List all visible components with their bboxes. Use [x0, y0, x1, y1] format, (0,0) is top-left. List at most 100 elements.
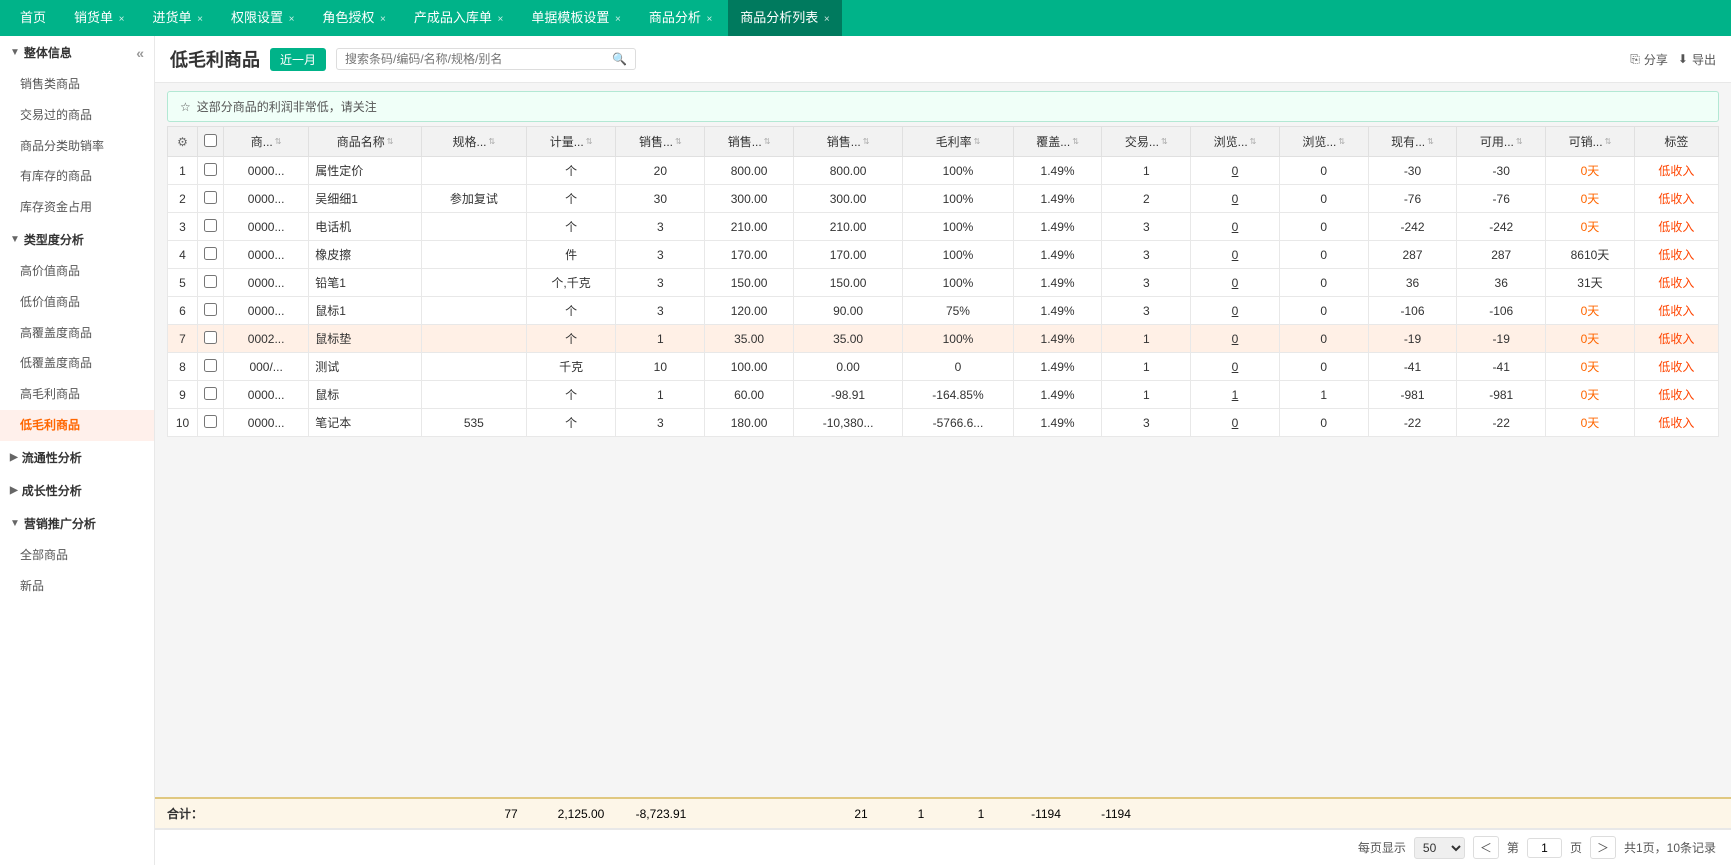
row-checkbox-cell[interactable] — [198, 157, 224, 185]
nav-close-analysis[interactable]: × — [706, 14, 712, 25]
col-sales-qty[interactable]: 销售...⇅ — [616, 127, 705, 157]
nav-analysis-list[interactable]: 商品分析列表 × — [728, 0, 841, 36]
sort-spec[interactable]: ⇅ — [489, 137, 496, 146]
row-checkbox[interactable] — [204, 387, 217, 400]
page-number-input[interactable] — [1527, 838, 1562, 858]
row-checkbox[interactable] — [204, 191, 217, 204]
date-filter-btn[interactable]: 近一月 — [270, 48, 326, 71]
col-code[interactable]: 商...⇅ — [224, 127, 309, 157]
row-browse1[interactable]: 0 — [1191, 269, 1280, 297]
nav-permission[interactable]: 权限设置 × — [219, 0, 306, 36]
row-checkbox[interactable] — [204, 415, 217, 428]
browse1-link[interactable]: 0 — [1232, 276, 1239, 290]
col-browse2[interactable]: 浏览...⇅ — [1279, 127, 1368, 157]
sort-trade[interactable]: ⇅ — [1161, 137, 1168, 146]
nav-close-permission[interactable]: × — [289, 14, 295, 25]
row-browse1[interactable]: 0 — [1191, 409, 1280, 437]
nav-home[interactable]: 首页 — [8, 0, 58, 36]
share-button[interactable]: ⎘ 分享 — [1630, 51, 1668, 68]
row-checkbox-cell[interactable] — [198, 409, 224, 437]
sidebar-item-high-value[interactable]: 高价值商品 — [0, 256, 154, 287]
nav-template[interactable]: 单据模板设置 × — [519, 0, 632, 36]
sidebar-item-low-margin[interactable]: 低毛利商品 — [0, 410, 154, 441]
row-browse1[interactable]: 0 — [1191, 297, 1280, 325]
row-browse1[interactable]: 0 — [1191, 353, 1280, 381]
col-checkbox[interactable] — [198, 127, 224, 157]
nav-close-template[interactable]: × — [615, 14, 621, 25]
nav-purchase[interactable]: 进货单 × — [140, 0, 214, 36]
sort-sales-profit[interactable]: ⇅ — [863, 137, 870, 146]
collapse-overall[interactable]: « — [136, 45, 144, 61]
export-button[interactable]: ⬇ 导出 — [1678, 51, 1716, 68]
row-browse1[interactable]: 0 — [1191, 157, 1280, 185]
search-icon[interactable]: 🔍 — [612, 52, 627, 66]
row-checkbox-cell[interactable] — [198, 185, 224, 213]
sort-name[interactable]: ⇅ — [387, 137, 394, 146]
row-checkbox[interactable] — [204, 247, 217, 260]
browse1-link[interactable]: 1 — [1232, 388, 1239, 402]
row-checkbox-cell[interactable] — [198, 269, 224, 297]
sort-current-stock[interactable]: ⇅ — [1427, 137, 1434, 146]
col-tag[interactable]: 标签 — [1634, 127, 1718, 157]
nav-close-product-entry[interactable]: × — [498, 14, 504, 25]
sidebar-group-circulation[interactable]: ▶ 流通性分析 — [0, 441, 154, 474]
sort-sales-qty[interactable]: ⇅ — [675, 137, 682, 146]
sort-sales-amount[interactable]: ⇅ — [764, 137, 771, 146]
sort-browse1[interactable]: ⇅ — [1250, 137, 1257, 146]
sort-available[interactable]: ⇅ — [1516, 137, 1523, 146]
row-checkbox[interactable] — [204, 275, 217, 288]
sort-code[interactable]: ⇅ — [275, 137, 282, 146]
col-current-stock[interactable]: 现有...⇅ — [1368, 127, 1457, 157]
row-checkbox[interactable] — [204, 331, 217, 344]
row-browse1[interactable]: 1 — [1191, 381, 1280, 409]
browse1-link[interactable]: 0 — [1232, 192, 1239, 206]
nav-close-sales[interactable]: × — [119, 14, 125, 25]
sidebar-item-new-products[interactable]: 新品 — [0, 571, 154, 602]
row-checkbox[interactable] — [204, 359, 217, 372]
sidebar-item-stock-capital[interactable]: 库存资金占用 — [0, 192, 154, 223]
next-page-btn[interactable]: ＞ — [1590, 836, 1616, 859]
sidebar-item-low-value[interactable]: 低价值商品 — [0, 287, 154, 318]
nav-role[interactable]: 角色授权 × — [310, 0, 397, 36]
sort-gross-rate[interactable]: ⇅ — [974, 137, 981, 146]
sidebar-item-high-coverage[interactable]: 高覆盖度商品 — [0, 318, 154, 349]
prev-page-btn[interactable]: ＜ — [1473, 836, 1499, 859]
nav-sales[interactable]: 销货单 × — [62, 0, 136, 36]
sidebar-item-category-sales[interactable]: 商品分类助销率 — [0, 131, 154, 162]
sidebar-item-sales-products[interactable]: 销售类商品 — [0, 69, 154, 100]
sidebar-item-traded-products[interactable]: 交易过的商品 — [0, 100, 154, 131]
nav-close-purchase[interactable]: × — [197, 14, 203, 25]
row-checkbox[interactable] — [204, 219, 217, 232]
browse1-link[interactable]: 0 — [1232, 416, 1239, 430]
col-available[interactable]: 可用...⇅ — [1457, 127, 1546, 157]
select-all-checkbox[interactable] — [204, 134, 217, 147]
browse1-link[interactable]: 0 — [1232, 164, 1239, 178]
browse1-link[interactable]: 0 — [1232, 360, 1239, 374]
row-checkbox-cell[interactable] — [198, 381, 224, 409]
sort-coverage[interactable]: ⇅ — [1072, 137, 1079, 146]
sidebar-group-overall[interactable]: ▼ 整体信息 « — [0, 36, 154, 69]
browse1-link[interactable]: 0 — [1232, 220, 1239, 234]
nav-close-role[interactable]: × — [380, 14, 386, 25]
nav-close-analysis-list[interactable]: × — [824, 14, 830, 25]
sort-unit[interactable]: ⇅ — [586, 137, 593, 146]
sort-browse2[interactable]: ⇅ — [1338, 137, 1345, 146]
col-unit[interactable]: 计量...⇅ — [526, 127, 616, 157]
nav-analysis[interactable]: 商品分析 × — [637, 0, 724, 36]
browse1-link[interactable]: 0 — [1232, 332, 1239, 346]
row-checkbox-cell[interactable] — [198, 297, 224, 325]
row-checkbox[interactable] — [204, 303, 217, 316]
settings-icon[interactable]: ⚙ — [177, 135, 188, 149]
col-trade[interactable]: 交易...⇅ — [1102, 127, 1191, 157]
table-container[interactable]: ⚙ 商...⇅ 商品名称⇅ 规格...⇅ — [155, 126, 1731, 797]
row-checkbox-cell[interactable] — [198, 241, 224, 269]
sidebar-item-stocked-products[interactable]: 有库存的商品 — [0, 161, 154, 192]
browse1-link[interactable]: 0 — [1232, 304, 1239, 318]
col-coverage[interactable]: 覆盖...⇅ — [1013, 127, 1102, 157]
col-sales-profit[interactable]: 销售...⇅ — [793, 127, 902, 157]
col-spec[interactable]: 规格...⇅ — [422, 127, 527, 157]
row-checkbox-cell[interactable] — [198, 353, 224, 381]
col-name[interactable]: 商品名称⇅ — [309, 127, 422, 157]
col-gross-rate[interactable]: 毛利率⇅ — [903, 127, 1013, 157]
sidebar-item-high-margin[interactable]: 高毛利商品 — [0, 379, 154, 410]
